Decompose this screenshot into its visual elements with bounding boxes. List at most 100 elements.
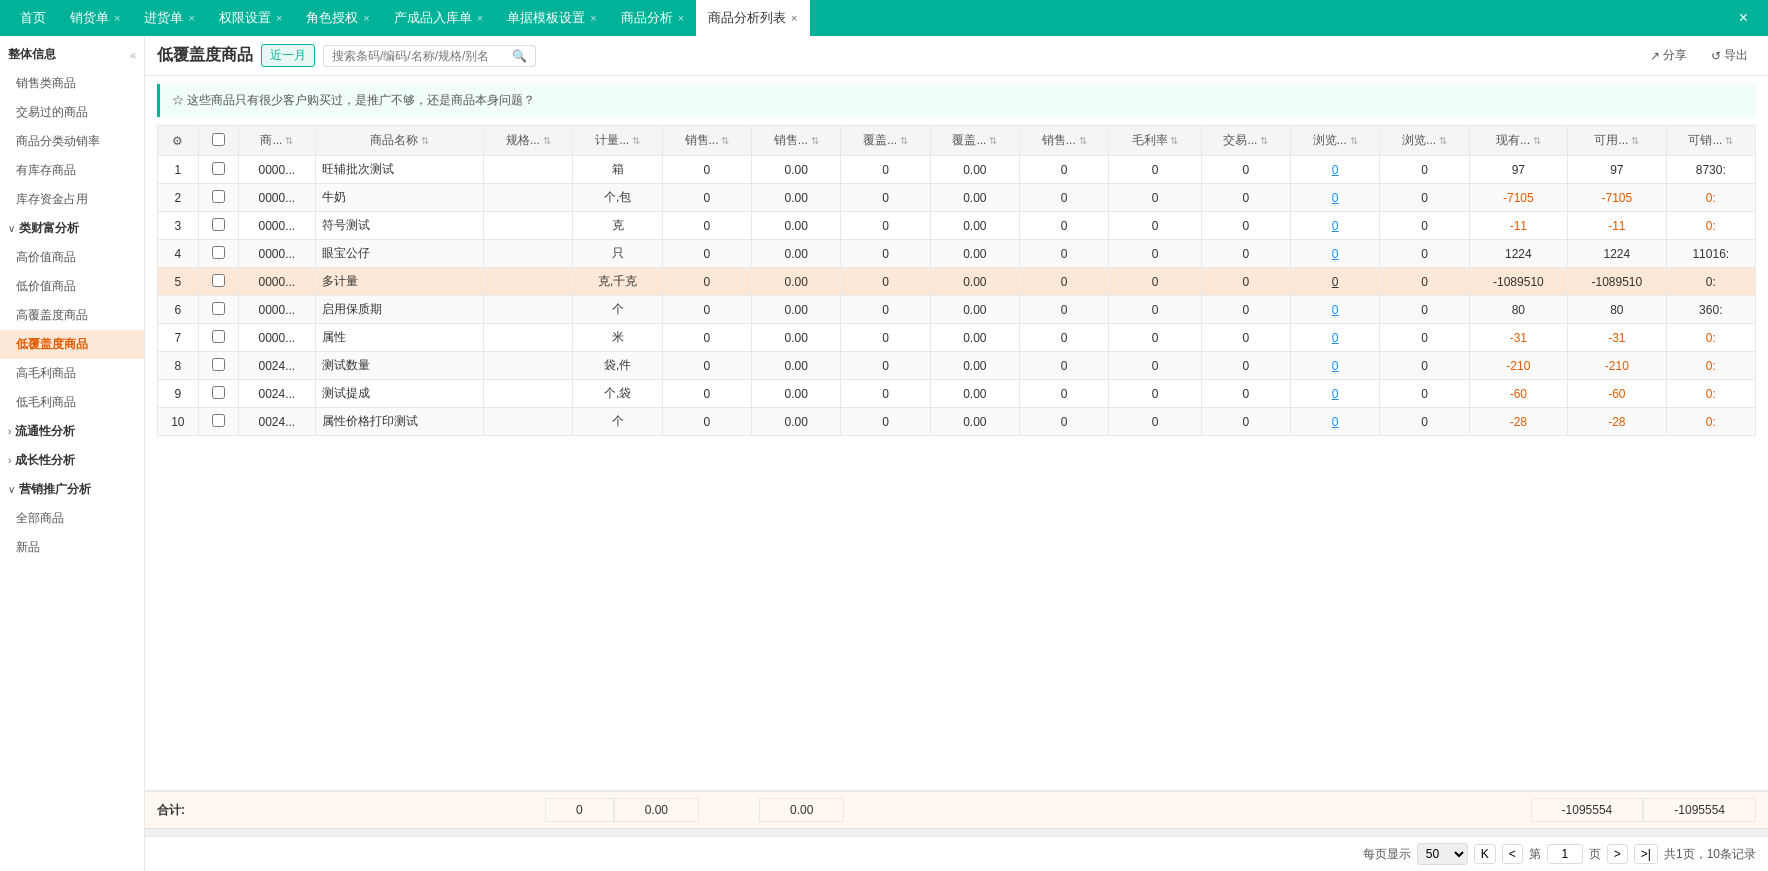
- row-select-checkbox[interactable]: [212, 246, 225, 259]
- row-ll1[interactable]: 0: [1291, 296, 1380, 324]
- row-checkbox[interactable]: [198, 240, 238, 268]
- sidebar-item-inventory-capital[interactable]: 库存资金占用: [0, 185, 144, 214]
- row-checkbox[interactable]: [198, 296, 238, 324]
- nav-product-analysis[interactable]: 商品分析 ×: [609, 0, 696, 36]
- col-margin[interactable]: 毛利率: [1109, 126, 1201, 156]
- row-ll1[interactable]: 0: [1291, 212, 1380, 240]
- nav-template-close[interactable]: ×: [590, 12, 596, 24]
- sidebar-growth-header[interactable]: › 成长性分析: [0, 446, 144, 475]
- sidebar-collapse-toggle[interactable]: 整体信息 «: [0, 40, 144, 69]
- row-checkbox[interactable]: [198, 324, 238, 352]
- sidebar-item-high-coverage[interactable]: 高覆盖度商品: [0, 301, 144, 330]
- page-size-select[interactable]: 50 100 200: [1417, 843, 1468, 865]
- nav-permission-close[interactable]: ×: [276, 12, 282, 24]
- nav-role-close[interactable]: ×: [363, 12, 369, 24]
- row-select-checkbox[interactable]: [212, 302, 225, 315]
- row-select-checkbox[interactable]: [212, 330, 225, 343]
- settings-col-btn[interactable]: ⚙: [158, 126, 199, 156]
- row-select-checkbox[interactable]: [212, 162, 225, 175]
- sidebar-marketing-header[interactable]: ∨ 营销推广分析: [0, 475, 144, 504]
- row-ll1[interactable]: 0: [1291, 408, 1380, 436]
- col-saleable[interactable]: 可销...: [1666, 126, 1755, 156]
- sidebar-item-sales-goods[interactable]: 销售类商品: [0, 69, 144, 98]
- row-select-checkbox[interactable]: [212, 218, 225, 231]
- nav-sales[interactable]: 销货单 ×: [58, 0, 132, 36]
- nav-purchase[interactable]: 进货单 ×: [132, 0, 206, 36]
- nav-purchase-close[interactable]: ×: [188, 12, 194, 24]
- nav-template[interactable]: 单据模板设置 ×: [495, 0, 608, 36]
- row-checkbox[interactable]: [198, 380, 238, 408]
- row-select-checkbox[interactable]: [212, 386, 225, 399]
- col-code[interactable]: 商...: [238, 126, 315, 156]
- sidebar-liquidity-header[interactable]: › 流通性分析: [0, 417, 144, 446]
- nav-product-analysis-list-close[interactable]: ×: [791, 12, 797, 24]
- sidebar-item-stocked-goods[interactable]: 有库存商品: [0, 156, 144, 185]
- select-all-checkbox[interactable]: [212, 133, 225, 146]
- nav-product-analysis-list[interactable]: 商品分析列表 ×: [696, 0, 809, 36]
- window-close-btn[interactable]: ×: [1727, 9, 1760, 27]
- col-sales1[interactable]: 销售...: [662, 126, 751, 156]
- filter-period-btn[interactable]: 近一月: [261, 44, 315, 67]
- row-checkbox[interactable]: [198, 408, 238, 436]
- row-ll1[interactable]: 0: [1291, 380, 1380, 408]
- sidebar-item-category-rate[interactable]: 商品分类动销率: [0, 127, 144, 156]
- col-available2[interactable]: 可用...: [1568, 126, 1666, 156]
- sidebar-item-traded-goods[interactable]: 交易过的商品: [0, 98, 144, 127]
- nav-sales-close[interactable]: ×: [114, 12, 120, 24]
- col-available1[interactable]: 现有...: [1469, 126, 1567, 156]
- sidebar-item-new-goods[interactable]: 新品: [0, 533, 144, 562]
- row-ll1[interactable]: 0: [1291, 352, 1380, 380]
- sidebar-item-high-value[interactable]: 高价值商品: [0, 243, 144, 272]
- col-name[interactable]: 商品名称: [315, 126, 483, 156]
- last-page-btn[interactable]: >|: [1634, 844, 1658, 864]
- next-page-btn[interactable]: >: [1607, 844, 1628, 864]
- nav-product-analysis-close[interactable]: ×: [678, 12, 684, 24]
- row-s3: 0: [1020, 156, 1109, 184]
- first-page-btn[interactable]: K: [1474, 844, 1496, 864]
- col-coverage2[interactable]: 覆盖...: [930, 126, 1019, 156]
- row-checkbox[interactable]: [198, 352, 238, 380]
- col-spec[interactable]: 规格...: [484, 126, 573, 156]
- sidebar-item-low-value[interactable]: 低价值商品: [0, 272, 144, 301]
- row-ll1[interactable]: 0: [1291, 156, 1380, 184]
- nav-production-close[interactable]: ×: [477, 12, 483, 24]
- sidebar-item-all-goods[interactable]: 全部商品: [0, 504, 144, 533]
- prev-page-btn[interactable]: <: [1502, 844, 1523, 864]
- row-ll1[interactable]: 0: [1291, 240, 1380, 268]
- row-select-checkbox[interactable]: [212, 274, 225, 287]
- horizontal-scrollbar[interactable]: [145, 828, 1768, 836]
- row-select-checkbox[interactable]: [212, 190, 225, 203]
- search-icon[interactable]: 🔍: [512, 49, 527, 63]
- row-select-checkbox[interactable]: [212, 414, 225, 427]
- col-browse2[interactable]: 浏览...: [1380, 126, 1469, 156]
- row-s2: 0.00: [752, 380, 841, 408]
- row-select-checkbox[interactable]: [212, 358, 225, 371]
- nav-role[interactable]: 角色授权 ×: [294, 0, 381, 36]
- col-transaction[interactable]: 交易...: [1201, 126, 1290, 156]
- row-ll1[interactable]: 0: [1291, 268, 1380, 296]
- col-coverage1[interactable]: 覆盖...: [841, 126, 930, 156]
- nav-permission[interactable]: 权限设置 ×: [207, 0, 294, 36]
- row-checkbox[interactable]: [198, 184, 238, 212]
- page-number-input[interactable]: [1547, 844, 1583, 864]
- row-s3: 0: [1020, 296, 1109, 324]
- row-ll1[interactable]: 0: [1291, 184, 1380, 212]
- col-browse1[interactable]: 浏览...: [1291, 126, 1380, 156]
- share-btn[interactable]: ↗ 分享: [1642, 44, 1695, 67]
- row-checkbox[interactable]: [198, 268, 238, 296]
- col-sales3[interactable]: 销售...: [1020, 126, 1109, 156]
- row-checkbox[interactable]: [198, 212, 238, 240]
- row-checkbox[interactable]: [198, 156, 238, 184]
- sidebar-item-high-margin[interactable]: 高毛利商品: [0, 359, 144, 388]
- sidebar-item-low-margin[interactable]: 低毛利商品: [0, 388, 144, 417]
- col-unit[interactable]: 计量...: [573, 126, 662, 156]
- nav-production[interactable]: 产成品入库单 ×: [382, 0, 495, 36]
- sidebar-financial-header[interactable]: ∨ 类财富分析: [0, 214, 144, 243]
- export-btn[interactable]: ↺ 导出: [1703, 44, 1756, 67]
- col-sales2[interactable]: 销售...: [752, 126, 841, 156]
- row-ll1[interactable]: 0: [1291, 324, 1380, 352]
- search-input[interactable]: [332, 49, 512, 63]
- col-checkbox[interactable]: [198, 126, 238, 156]
- sidebar-item-low-coverage[interactable]: 低覆盖度商品: [0, 330, 144, 359]
- nav-home[interactable]: 首页: [8, 0, 58, 36]
